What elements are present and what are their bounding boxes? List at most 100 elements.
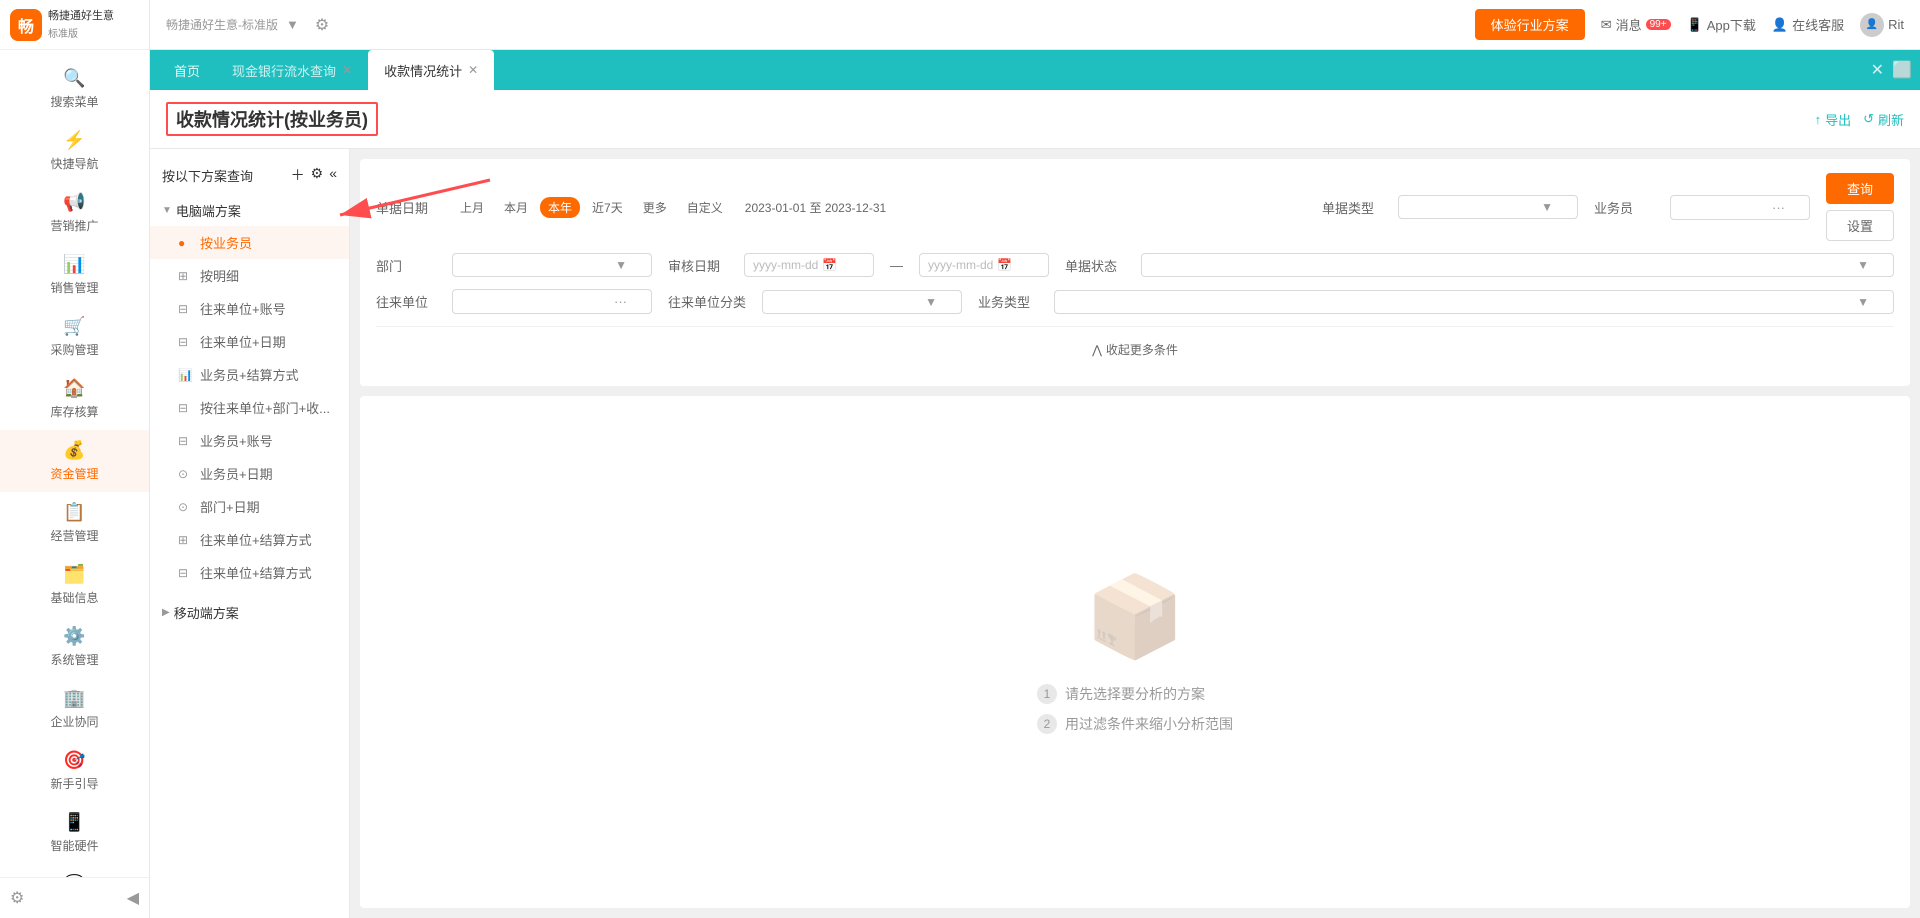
- tip-text-2: 用过滤条件来缩小分析范围: [1065, 714, 1233, 734]
- scheme-item-dept-date[interactable]: ⊙ 部门+日期: [150, 490, 349, 523]
- set-button[interactable]: 设置: [1826, 210, 1894, 241]
- sidebar-item-guide[interactable]: 🎯 新手引导: [0, 740, 149, 802]
- sidebar-item-sales[interactable]: 📊 销售管理: [0, 244, 149, 306]
- logo-name: 畅捷通好生意: [48, 9, 114, 23]
- sidebar-item-quick-nav[interactable]: ⚡ 快捷导航: [0, 120, 149, 182]
- scheme-item-icon: ⊟: [178, 401, 194, 415]
- tab-maximize-icon[interactable]: ⬜: [1892, 60, 1912, 80]
- biz-type-select[interactable]: ▼: [1054, 290, 1894, 314]
- scheme-item-label: 业务员+日期: [200, 464, 273, 483]
- scheme-item-icon: ⊟: [178, 335, 194, 349]
- sidebar-item-basic[interactable]: 🗂️ 基础信息: [0, 554, 149, 616]
- biz-type-label: 业务类型: [978, 292, 1038, 311]
- scheme-item-salesman-account[interactable]: ⊟ 业务员+账号: [150, 424, 349, 457]
- date-tab-custom[interactable]: 自定义: [679, 197, 731, 218]
- date-tab-this-month[interactable]: 本月: [496, 197, 536, 218]
- tab-close-icon[interactable]: ✕: [342, 63, 352, 77]
- tip-text-1: 请先选择要分析的方案: [1065, 684, 1205, 704]
- refresh-button[interactable]: ↺ 刷新: [1863, 110, 1904, 129]
- online-service-button[interactable]: 👤 在线客服: [1772, 15, 1844, 34]
- app-download-button[interactable]: 📱 App下载: [1687, 15, 1756, 34]
- sidebar-item-capital[interactable]: 💰 资金管理: [0, 430, 149, 492]
- chevron-down-icon: ▼: [1541, 200, 1553, 214]
- sidebar-item-search-menu[interactable]: 🔍 搜索菜单: [0, 58, 149, 120]
- date-tab-more[interactable]: 更多: [635, 197, 675, 218]
- hardware-icon: 📱: [63, 812, 85, 833]
- tab-label: 收款情况统计: [384, 61, 462, 80]
- collapse-panel-icon[interactable]: «: [329, 165, 337, 185]
- date-filter-control: 上月 本月 本年 近7天 更多 自定义 2023-01-01 至 2023-12…: [452, 197, 1306, 218]
- scheme-item-icon: ●: [178, 236, 194, 250]
- export-button[interactable]: ↑ 导出: [1815, 110, 1852, 129]
- collapse-button[interactable]: ⋀ 收起更多条件: [1086, 335, 1184, 364]
- scheme-item-salesman[interactable]: ● 按业务员: [150, 226, 349, 259]
- scheme-item-label: 往来单位+账号: [200, 299, 286, 318]
- sidebar-item-enterprise[interactable]: 🏢 企业协同: [0, 678, 149, 740]
- breadcrumb-dropdown-icon[interactable]: ▼: [286, 17, 299, 32]
- sidebar-item-marketing[interactable]: 📢 营销推广: [0, 182, 149, 244]
- user-profile[interactable]: 👤 Rit: [1860, 13, 1904, 37]
- breadcrumb: 畅捷通好生意-标准版: [166, 16, 278, 33]
- review-date-from-input[interactable]: yyyy-mm-dd 📅: [744, 253, 874, 277]
- expand-arrow-icon: ▶: [162, 607, 170, 618]
- query-button[interactable]: 查询: [1826, 173, 1894, 204]
- sidebar-item-hardware[interactable]: 📱 智能硬件: [0, 802, 149, 864]
- sidebar-item-inventory[interactable]: 🏠 库存核算: [0, 368, 149, 430]
- partner-select[interactable]: ···: [452, 289, 652, 314]
- mobile-scheme-title[interactable]: ▶ 移动端方案: [150, 597, 349, 628]
- scheme-settings-icon[interactable]: ⚙: [311, 165, 324, 185]
- search-menu-icon: 🔍: [63, 68, 85, 89]
- trial-button[interactable]: 体验行业方案: [1475, 9, 1585, 40]
- tab-bank-statement[interactable]: 现金银行流水查询 ✕: [216, 50, 368, 90]
- tab-close-icon[interactable]: ✕: [468, 63, 478, 77]
- tab-receipt-stats[interactable]: 收款情况统计 ✕: [368, 50, 494, 90]
- tab-close-window-icon[interactable]: ✕: [1871, 60, 1884, 80]
- partner-category-select[interactable]: ▼: [762, 290, 962, 314]
- empty-tips: 1 请先选择要分析的方案 2 用过滤条件来缩小分析范围: [1037, 684, 1233, 734]
- scheme-item-detail[interactable]: ⊞ 按明细: [150, 259, 349, 292]
- add-scheme-icon[interactable]: ＋: [291, 165, 305, 185]
- pc-scheme-title[interactable]: ▼ 电脑端方案: [150, 195, 349, 226]
- sidebar-item-label: 营销推广: [50, 217, 98, 234]
- date-tab-7days[interactable]: 近7天: [584, 197, 631, 218]
- scheme-item-salesman-date[interactable]: ⊙ 业务员+日期: [150, 457, 349, 490]
- settings-footer-icon[interactable]: ⚙: [10, 888, 24, 908]
- scheme-item-partner-payment1[interactable]: ⊞ 往来单位+结算方式: [150, 523, 349, 556]
- date-tab-this-year[interactable]: 本年: [540, 197, 580, 218]
- sidebar-item-system[interactable]: ⚙️ 系统管理: [0, 616, 149, 678]
- tab-home[interactable]: 首页: [158, 61, 216, 80]
- header-settings-icon[interactable]: ⚙: [315, 15, 329, 35]
- salesman-select[interactable]: ···: [1670, 195, 1810, 220]
- collapse-sidebar-icon[interactable]: ◀: [127, 888, 139, 908]
- doc-type-label: 单据类型: [1322, 198, 1382, 217]
- mobile-scheme-group: ▶ 移动端方案: [150, 593, 349, 632]
- dept-select[interactable]: ▼: [452, 253, 652, 277]
- sidebar-item-label: 快捷导航: [50, 155, 98, 172]
- sidebar-item-label: 资金管理: [50, 465, 98, 482]
- doc-status-select[interactable]: ▼: [1141, 253, 1894, 277]
- partner-category-label: 往来单位分类: [668, 292, 746, 311]
- scheme-item-label: 业务员+结算方式: [200, 365, 299, 384]
- doc-type-select[interactable]: ▼: [1398, 195, 1578, 219]
- scheme-item-salesman-payment[interactable]: 📊 业务员+结算方式: [150, 358, 349, 391]
- date-tab-last-month[interactable]: 上月: [452, 197, 492, 218]
- filter-row-2: 部门 ▼ 审核日期 yyyy-mm-dd 📅 — yyyy-mm-dd: [376, 253, 1894, 277]
- message-button[interactable]: ✉ 消息 99+: [1601, 15, 1671, 34]
- review-date-to-input[interactable]: yyyy-mm-dd 📅: [919, 253, 1049, 277]
- sidebar-item-label: 基础信息: [50, 589, 98, 606]
- left-panel: 按以下方案查询 ＋ ⚙ « ▼ 电脑端方案 ● 按业务员: [150, 149, 350, 918]
- calendar-icon[interactable]: 📅: [822, 258, 837, 272]
- scheme-item-partner-dept[interactable]: ⊟ 按往来单位+部门+收...: [150, 391, 349, 424]
- marketing-icon: 📢: [63, 192, 85, 213]
- scheme-item-label: 往来单位+结算方式: [200, 563, 312, 582]
- scheme-item-partner-payment2[interactable]: ⊟ 往来单位+结算方式: [150, 556, 349, 589]
- sidebar-item-purchase[interactable]: 🛒 采购管理: [0, 306, 149, 368]
- right-panel: 单据日期 上月 本月 本年 近7天 更多 自定义 2023-01-01 至 20…: [350, 149, 1920, 918]
- scheme-item-partner-date[interactable]: ⊟ 往来单位+日期: [150, 325, 349, 358]
- scheme-item-partner-account[interactable]: ⊟ 往来单位+账号: [150, 292, 349, 325]
- review-date-from: yyyy-mm-dd: [753, 258, 818, 272]
- calendar-icon[interactable]: 📅: [997, 258, 1012, 272]
- sidebar-item-operation[interactable]: 📋 经营管理: [0, 492, 149, 554]
- more-options-icon[interactable]: ···: [614, 294, 627, 309]
- sidebar-item-wechat[interactable]: 💬 企业微信: [0, 864, 149, 877]
